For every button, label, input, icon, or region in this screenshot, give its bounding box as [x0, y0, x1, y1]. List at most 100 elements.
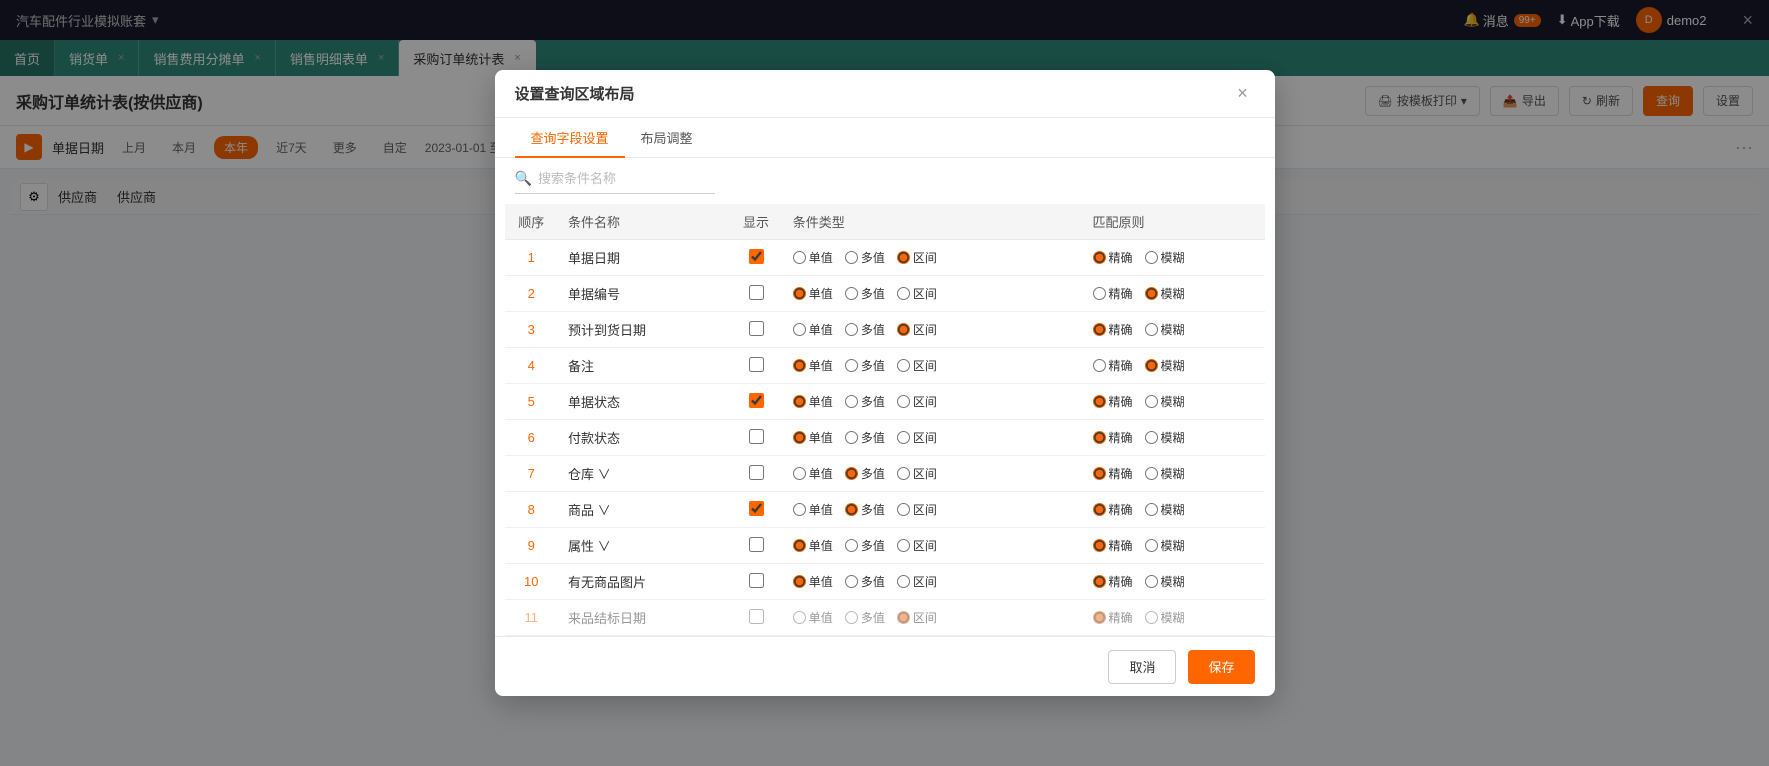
- radio-type-区间-8[interactable]: 区间: [897, 537, 937, 554]
- row-name-9: 有无商品图片: [558, 564, 729, 600]
- radio-type-多值-8[interactable]: 多值: [845, 537, 885, 554]
- radio-type-单值-8[interactable]: 单值: [793, 537, 833, 554]
- radio-match-模糊-1[interactable]: 模糊: [1145, 285, 1185, 302]
- table-row: 5单据状态单值多值区间精确模糊: [505, 384, 1265, 420]
- row-name-3: 备注: [558, 348, 729, 384]
- modal-overlay: 设置查询区域布局 × 查询字段设置 布局调整 🔍 顺序: [0, 0, 1769, 766]
- dialog-table-wrap[interactable]: 顺序 条件名称 显示 条件类型 匹配原则 1单据日期单值多值区间精确模糊2单据编…: [495, 204, 1275, 636]
- row-match-cell-0: 精确模糊: [1083, 240, 1265, 276]
- radio-type-多值-10[interactable]: 多值: [845, 609, 885, 626]
- radio-match-模糊-10[interactable]: 模糊: [1145, 609, 1185, 626]
- radio-type-多值-5[interactable]: 多值: [845, 429, 885, 446]
- radio-match-模糊-8[interactable]: 模糊: [1145, 537, 1185, 554]
- radio-type-单值-4[interactable]: 单值: [793, 393, 833, 410]
- radio-match-精确-0[interactable]: 精确: [1093, 249, 1133, 266]
- save-button[interactable]: 保存: [1188, 650, 1254, 684]
- radio-match-模糊-3[interactable]: 模糊: [1145, 357, 1185, 374]
- row-order-3: 4: [505, 348, 559, 384]
- radio-match-模糊-2[interactable]: 模糊: [1145, 321, 1185, 338]
- row-order-8: 9: [505, 528, 559, 564]
- radio-type-区间-6[interactable]: 区间: [897, 465, 937, 482]
- radio-type-多值-9[interactable]: 多值: [845, 573, 885, 590]
- row-order-0: 1: [505, 240, 559, 276]
- row-type-cell-9: 单值多值区间: [783, 564, 1083, 600]
- radio-type-单值-10[interactable]: 单值: [793, 609, 833, 626]
- row-match-cell-2: 精确模糊: [1083, 312, 1265, 348]
- col-display: 显示: [729, 204, 783, 240]
- radio-type-单值-7[interactable]: 单值: [793, 501, 833, 518]
- radio-type-区间-10[interactable]: 区间: [897, 609, 937, 626]
- radio-type-区间-4[interactable]: 区间: [897, 393, 937, 410]
- radio-match-精确-5[interactable]: 精确: [1093, 429, 1133, 446]
- dialog-tab-fields[interactable]: 查询字段设置: [515, 118, 625, 158]
- radio-match-精确-3[interactable]: 精确: [1093, 357, 1133, 374]
- dialog-tabs: 查询字段设置 布局调整: [495, 118, 1275, 158]
- col-order: 顺序: [505, 204, 559, 240]
- radio-type-区间-1[interactable]: 区间: [897, 285, 937, 302]
- radio-type-区间-9[interactable]: 区间: [897, 573, 937, 590]
- radio-type-单值-0[interactable]: 单值: [793, 249, 833, 266]
- radio-type-区间-3[interactable]: 区间: [897, 357, 937, 374]
- radio-type-多值-6[interactable]: 多值: [845, 465, 885, 482]
- radio-match-模糊-6[interactable]: 模糊: [1145, 465, 1185, 482]
- radio-type-单值-1[interactable]: 单值: [793, 285, 833, 302]
- radio-match-精确-1[interactable]: 精确: [1093, 285, 1133, 302]
- dialog-title: 设置查询区域布局: [515, 83, 635, 104]
- radio-match-精确-8[interactable]: 精确: [1093, 537, 1133, 554]
- radio-match-模糊-7[interactable]: 模糊: [1145, 501, 1185, 518]
- radio-type-多值-3[interactable]: 多值: [845, 357, 885, 374]
- radio-type-单值-5[interactable]: 单值: [793, 429, 833, 446]
- radio-type-区间-0[interactable]: 区间: [897, 249, 937, 266]
- radio-type-区间-5[interactable]: 区间: [897, 429, 937, 446]
- row-order-1: 2: [505, 276, 559, 312]
- radio-type-多值-4[interactable]: 多值: [845, 393, 885, 410]
- row-name-1: 单据编号: [558, 276, 729, 312]
- col-name: 条件名称: [558, 204, 729, 240]
- radio-match-精确-2[interactable]: 精确: [1093, 321, 1133, 338]
- row-checkbox-cell-8: [729, 528, 783, 564]
- radio-type-多值-0[interactable]: 多值: [845, 249, 885, 266]
- row-match-cell-1: 精确模糊: [1083, 276, 1265, 312]
- dialog-close-button[interactable]: ×: [1231, 82, 1255, 106]
- dialog-search-area: 🔍: [495, 158, 1275, 194]
- radio-type-多值-1[interactable]: 多值: [845, 285, 885, 302]
- row-type-cell-2: 单值多值区间: [783, 312, 1083, 348]
- radio-match-模糊-5[interactable]: 模糊: [1145, 429, 1185, 446]
- radio-type-多值-7[interactable]: 多值: [845, 501, 885, 518]
- radio-match-精确-9[interactable]: 精确: [1093, 573, 1133, 590]
- row-checkbox-6[interactable]: [749, 465, 764, 480]
- row-checkbox-5[interactable]: [749, 429, 764, 444]
- dialog-tab-layout[interactable]: 布局调整: [625, 118, 709, 158]
- row-checkbox-7[interactable]: [749, 501, 764, 516]
- radio-match-模糊-4[interactable]: 模糊: [1145, 393, 1185, 410]
- row-checkbox-3[interactable]: [749, 357, 764, 372]
- radio-match-精确-7[interactable]: 精确: [1093, 501, 1133, 518]
- row-type-cell-1: 单值多值区间: [783, 276, 1083, 312]
- radio-match-精确-6[interactable]: 精确: [1093, 465, 1133, 482]
- radio-type-多值-2[interactable]: 多值: [845, 321, 885, 338]
- row-checkbox-cell-0: [729, 240, 783, 276]
- cancel-button[interactable]: 取消: [1108, 650, 1176, 684]
- radio-match-精确-10[interactable]: 精确: [1093, 609, 1133, 626]
- radio-match-模糊-9[interactable]: 模糊: [1145, 573, 1185, 590]
- radio-type-单值-2[interactable]: 单值: [793, 321, 833, 338]
- row-checkbox-2[interactable]: [749, 321, 764, 336]
- row-name-7: 商品 ∨: [558, 492, 729, 528]
- radio-type-单值-3[interactable]: 单值: [793, 357, 833, 374]
- radio-type-区间-7[interactable]: 区间: [897, 501, 937, 518]
- row-checkbox-8[interactable]: [749, 537, 764, 552]
- row-checkbox-4[interactable]: [749, 393, 764, 408]
- row-type-cell-3: 单值多值区间: [783, 348, 1083, 384]
- radio-type-单值-9[interactable]: 单值: [793, 573, 833, 590]
- row-order-10: 11: [505, 600, 559, 636]
- row-checkbox-9[interactable]: [749, 573, 764, 588]
- row-checkbox-0[interactable]: [749, 249, 764, 264]
- search-input[interactable]: [538, 171, 698, 186]
- radio-type-区间-2[interactable]: 区间: [897, 321, 937, 338]
- radio-match-模糊-0[interactable]: 模糊: [1145, 249, 1185, 266]
- radio-match-精确-4[interactable]: 精确: [1093, 393, 1133, 410]
- row-checkbox-10[interactable]: [749, 609, 764, 624]
- row-checkbox-1[interactable]: [749, 285, 764, 300]
- radio-type-单值-6[interactable]: 单值: [793, 465, 833, 482]
- row-match-cell-4: 精确模糊: [1083, 384, 1265, 420]
